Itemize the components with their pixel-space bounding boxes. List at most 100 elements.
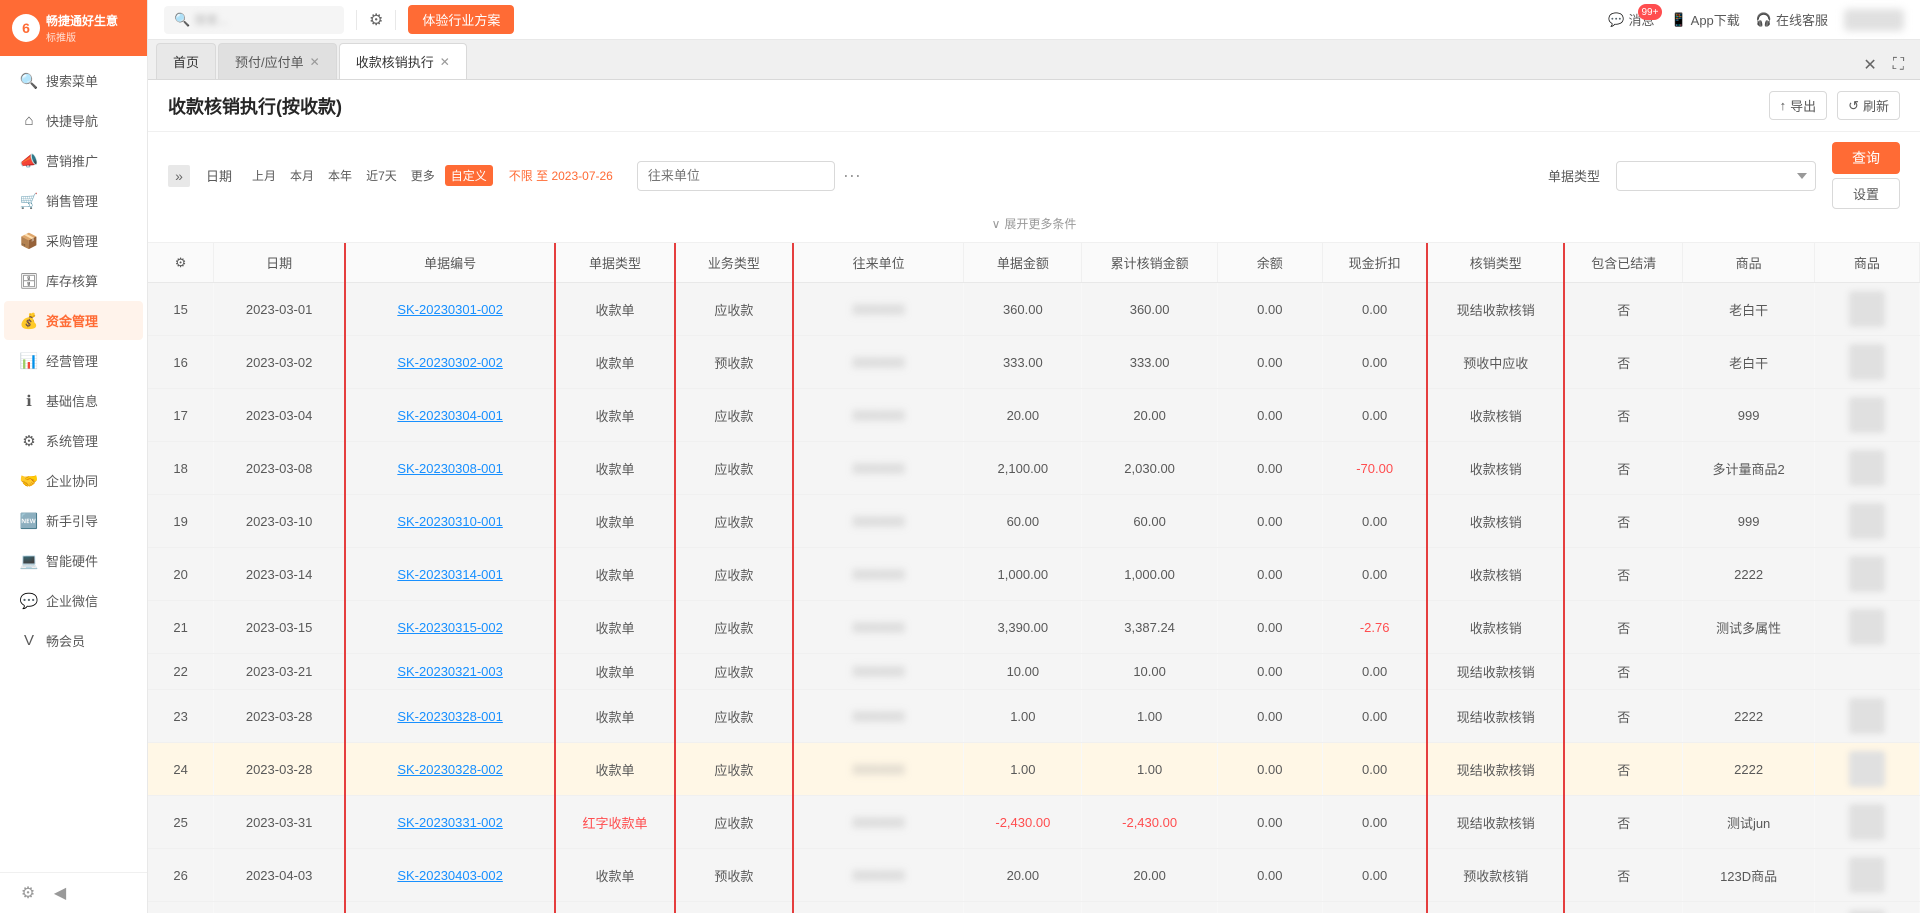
export-button[interactable]: ↑ 导出 (1769, 91, 1828, 120)
topbar-gear-icon[interactable]: ⚙ (369, 10, 383, 30)
cell-goods: 老白干 (1683, 283, 1814, 336)
billno-link[interactable]: SK-20230310-001 (397, 514, 503, 529)
col-header-settings[interactable]: ⚙ (148, 243, 214, 283)
operation-icon: 📊 (20, 352, 38, 370)
cell-no: 21 (148, 601, 214, 654)
sidebar-label-finance: 资金管理 (46, 311, 98, 330)
logo-text: 畅捷通好生意 标推版 (46, 12, 118, 44)
billno-link[interactable]: SK-20230321-003 (397, 664, 503, 679)
cell-coretype: 预收中应收 (1427, 336, 1564, 389)
cell-date: 2023-03-10 (214, 495, 345, 548)
sidebar-item-marketing[interactable]: 📣 营销推广 (4, 141, 143, 180)
tab-prepay-close[interactable]: ✕ (310, 55, 320, 69)
tab-close-all-icon[interactable]: ✕ (1859, 51, 1880, 79)
cell-no: 26 (148, 849, 214, 902)
system-icon: ⚙ (20, 432, 38, 450)
sidebar-item-member[interactable]: V 畅会员 (4, 621, 143, 660)
cell-coretype: 收款核销 (1427, 442, 1564, 495)
billno-link[interactable]: SK-20230328-001 (397, 709, 503, 724)
billno-link[interactable]: SK-20230331-002 (397, 815, 503, 830)
expand-label: 展开更多条件 (1004, 215, 1076, 232)
cell-coretype: 收款核销 (1427, 601, 1564, 654)
tab-home[interactable]: 首页 (156, 43, 216, 79)
cell-coretype: 现结收款核销 (1427, 743, 1564, 796)
filter-shortcut-this-month[interactable]: 本月 (286, 165, 318, 186)
tab-prepay[interactable]: 预付/应付单 ✕ (218, 43, 337, 79)
hardware-icon: 💻 (20, 552, 38, 570)
table-settings-icon[interactable]: ⚙ (175, 255, 187, 270)
service-item[interactable]: 🎧 在线客服 (1756, 10, 1828, 29)
sidebar-item-hardware[interactable]: 💻 智能硬件 (4, 541, 143, 580)
sidebar-item-search[interactable]: 🔍 搜索菜单 (4, 61, 143, 100)
filter-shortcut-more[interactable]: 更多 (407, 165, 439, 186)
filter-shortcut-7days[interactable]: 近7天 (362, 165, 401, 186)
cell-balance: 0.00 (1217, 654, 1322, 690)
cell-partner: XXXXXX (793, 442, 964, 495)
sidebar-item-guide[interactable]: 🆕 新手引导 (4, 501, 143, 540)
expand-chevron-icon: ∨ (992, 217, 1001, 231)
cell-goodsimg (1814, 796, 1919, 849)
col-header-goods: 商品 (1683, 243, 1814, 283)
filter-shortcut-last-month[interactable]: 上月 (248, 165, 280, 186)
partner-dots[interactable]: ··· (843, 165, 861, 186)
cell-billno: SK-20230328-001 (345, 690, 555, 743)
tab-prepay-label: 预付/应付单 (235, 52, 304, 71)
content-area: 收款核销执行(按收款) ↑ 导出 ↺ 刷新 » 日期 上月 本月 (148, 80, 1920, 913)
sales-icon: 🛒 (20, 192, 38, 210)
cell-billno: SK-20230310-001 (345, 495, 555, 548)
sidebar-item-enterprise[interactable]: 🤝 企业协同 (4, 461, 143, 500)
filter-shortcut-this-year[interactable]: 本年 (324, 165, 356, 186)
search-icon: 🔍 (20, 72, 38, 90)
sidebar-item-finance[interactable]: 💰 资金管理 (4, 301, 143, 340)
query-button[interactable]: 查询 (1832, 142, 1900, 174)
partner-input[interactable] (637, 161, 835, 191)
billno-link[interactable]: SK-20230314-001 (397, 567, 503, 582)
sidebar-item-sales[interactable]: 🛒 销售管理 (4, 181, 143, 220)
sidebar-item-system[interactable]: ⚙ 系统管理 (4, 421, 143, 460)
sidebar-item-shortcut[interactable]: ⌂ 快捷导航 (4, 101, 143, 140)
cell-coretype: 现结收款核销 (1427, 902, 1564, 913)
sidebar-label-wechat: 企业微信 (46, 591, 98, 610)
billno-link[interactable]: SK-20230315-002 (397, 620, 503, 635)
bill-type-select[interactable] (1616, 161, 1816, 191)
topbar-search[interactable]: 🔍 搜索... (164, 6, 344, 34)
sidebar-item-operation[interactable]: 📊 经营管理 (4, 341, 143, 380)
sidebar-item-wechat[interactable]: 💬 企业微信 (4, 581, 143, 620)
col-header-billtype: 单据类型 (555, 243, 675, 283)
tab-receipt-core[interactable]: 收款核销执行 ✕ (339, 43, 467, 79)
expand-conditions[interactable]: ∨ 展开更多条件 (168, 215, 1900, 232)
billno-link[interactable]: SK-20230328-002 (397, 762, 503, 777)
tab-expand-icon[interactable]: ⛶ (1889, 52, 1908, 78)
table-row: 17 2023-03-04 SK-20230304-001 收款单 应收款 XX… (148, 389, 1920, 442)
cell-billno: SK-20230301-002 (345, 283, 555, 336)
cell-includeclose: 否 (1564, 654, 1683, 690)
refresh-button[interactable]: ↺ 刷新 (1837, 91, 1900, 120)
filter-shortcut-custom[interactable]: 自定义 (445, 165, 493, 186)
billno-link[interactable]: SK-20230403-002 (397, 868, 503, 883)
sidebar-item-purchase[interactable]: 📦 采购管理 (4, 221, 143, 260)
sidebar-item-inventory[interactable]: 🗄 库存核算 (4, 261, 143, 300)
filter-expand-btn[interactable]: » (168, 165, 190, 187)
message-item[interactable]: 💬 消息 99+ (1608, 10, 1654, 29)
billno-link[interactable]: SK-20230308-001 (397, 461, 503, 476)
service-label: 在线客服 (1776, 10, 1828, 29)
cell-goods: 老白干 (1683, 336, 1814, 389)
billno-link[interactable]: SK-20230301-002 (397, 302, 503, 317)
cell-billno: SK-20230315-002 (345, 601, 555, 654)
setting-button[interactable]: 设置 (1832, 178, 1900, 209)
cell-billtype: 收款单 (555, 743, 675, 796)
tab-receipt-close[interactable]: ✕ (440, 55, 450, 69)
cell-amount: 1,000.00 (964, 548, 1082, 601)
sidebar-item-basic[interactable]: ℹ 基础信息 (4, 381, 143, 420)
solution-button[interactable]: 体验行业方案 (408, 5, 514, 34)
app-download-item[interactable]: 📱 App下载 (1670, 10, 1739, 29)
avatar[interactable] (1844, 9, 1904, 31)
billno-link[interactable]: SK-20230302-002 (397, 355, 503, 370)
cell-date: 2023-03-04 (214, 389, 345, 442)
cell-coretype: 收款核销 (1427, 548, 1564, 601)
settings-bottom-icon[interactable]: ⚙ (16, 881, 40, 905)
cell-billtype: 收款单 (555, 902, 675, 913)
billno-link[interactable]: SK-20230304-001 (397, 408, 503, 423)
collapse-icon[interactable]: ◀ (48, 881, 72, 905)
cell-amount: 60.00 (964, 495, 1082, 548)
